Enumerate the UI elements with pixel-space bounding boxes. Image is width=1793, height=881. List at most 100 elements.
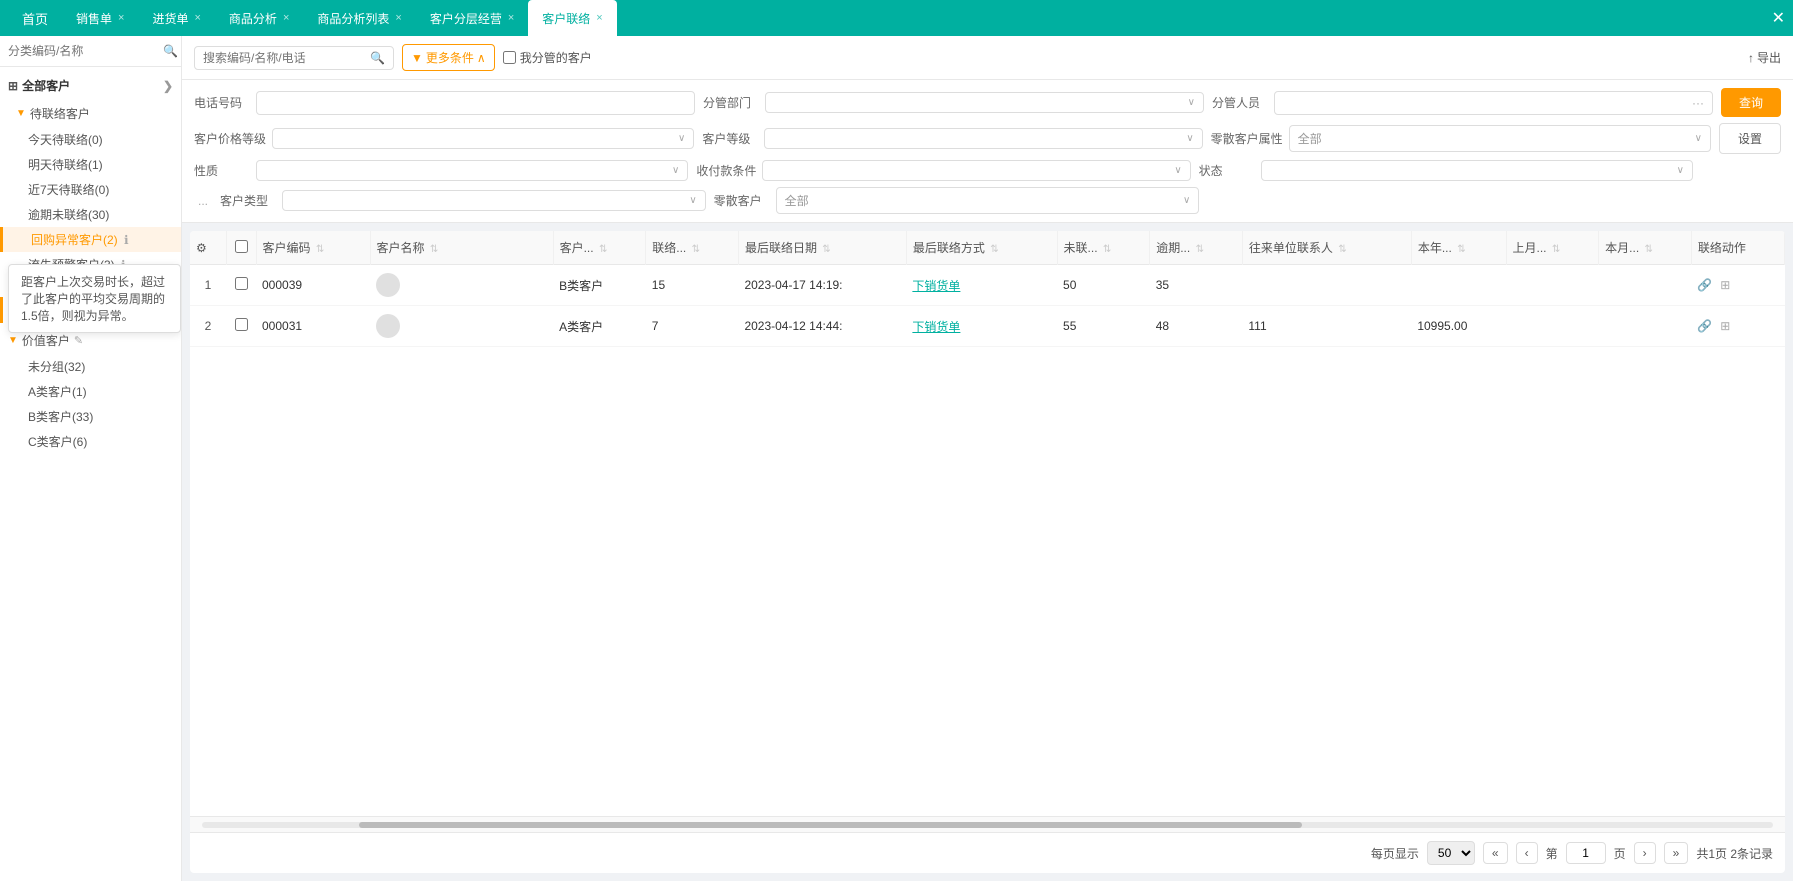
method-link-2[interactable]: 下销货单 [912,320,960,334]
row-2-checkbox[interactable] [235,318,248,331]
row-no-1: 1 [190,265,226,306]
filter-manager-select[interactable]: ··· [1274,91,1713,115]
sidebar-item-repurchase-abnormal[interactable]: 回购异常客户(2) ℹ [0,227,181,252]
close-product-list-tab[interactable]: × [395,12,401,24]
close-sales-tab[interactable]: × [118,12,124,24]
sidebar-all-customers[interactable]: ⊞ 全部客户 ❯ [0,71,181,100]
sort-type-icon[interactable]: ⇅ [599,244,607,255]
first-page-button[interactable]: « [1483,842,1508,864]
export-icon: ↑ [1748,51,1754,65]
sidebar-item-today[interactable]: 今天待联络(0) [0,127,181,152]
chevron-down-icon: ∨ [1174,165,1181,176]
select-all-checkbox[interactable] [235,240,248,253]
sort-contact-icon[interactable]: ⇅ [692,244,700,255]
close-customer-tiering-tab[interactable]: × [508,12,514,24]
table-row: 2 000031 A类客户 7 2023-04-12 14:44: [190,306,1785,347]
filter-nature: 性质 ∨ [194,160,688,181]
nav-customer-contact[interactable]: 客户联络 × [528,0,616,36]
filter-retail-customer-select[interactable]: 全部 ∨ [776,187,1200,214]
sort-year-icon[interactable]: ⇅ [1457,244,1465,255]
action-grid-icon-1[interactable]: ⊞ [1720,278,1730,292]
per-page-select[interactable]: 50 [1427,841,1475,865]
more-conditions-button[interactable]: ▼ 更多条件 ∧ [402,44,495,71]
sidebar-search-icon[interactable]: 🔍 [163,44,178,58]
row-1-checkbox[interactable] [235,277,248,290]
sort-thismonth-icon[interactable]: ⇅ [1645,244,1653,255]
filter-payment: 收付款条件 ∨ [696,160,1190,181]
action-grid-icon-2[interactable]: ⊞ [1720,319,1730,333]
sidebar-item-7days[interactable]: 近7天待联络(0) [0,177,181,202]
row-code-2: 000031 [256,306,370,347]
sidebar-item-b-class[interactable]: B类客户(33) [0,404,181,429]
method-link-1[interactable]: 下销货单 [912,279,960,293]
export-button[interactable]: ↑ 导出 [1748,49,1781,66]
table-scroll[interactable]: ⚙ 客户编码 ⇅ 客户名称 ⇅ [190,231,1785,816]
action-link-icon-2[interactable]: 🔗 [1697,319,1712,333]
sort-name-icon[interactable]: ⇅ [430,244,438,255]
setting-button[interactable]: 设置 [1719,123,1781,154]
th-this-year: 本年... ⇅ [1411,231,1506,265]
filter-price-grade-label: 客户价格等级 [194,130,266,147]
search-input[interactable] [203,51,370,65]
page-end-label: 页 [1614,845,1626,862]
settings-icon[interactable]: ⚙ [196,241,207,255]
nav-product-analysis-list[interactable]: 商品分析列表 × [303,0,415,36]
sort-related-icon[interactable]: ⇅ [1338,244,1346,255]
sort-lastmonth-icon[interactable]: ⇅ [1552,244,1560,255]
filter-customer-type-select[interactable]: ∨ [282,190,706,211]
row-type-2: A类客户 [553,306,646,347]
filter-ellipsis[interactable]: ... [194,194,212,208]
prev-page-button[interactable]: ‹ [1516,842,1538,864]
filter-price-grade-select[interactable]: ∨ [272,128,694,149]
close-all-tabs[interactable]: ✕ [1772,8,1785,28]
filter-phone: 电话号码 [194,91,695,115]
filter-payment-select[interactable]: ∨ [762,160,1190,181]
nav-customer-tiering[interactable]: 客户分层经营 × [416,0,528,36]
sidebar-group-pending[interactable]: ▼ 待联络客户 [0,100,181,127]
close-customer-contact-tab[interactable]: × [596,12,602,24]
filter-nature-select[interactable]: ∨ [256,160,688,181]
sidebar-tree: ⊞ 全部客户 ❯ ▼ 待联络客户 今天待联络(0) 明天待联络(1) 近7天待联… [0,67,181,881]
filter-icon: ▼ [411,51,423,65]
close-purchase-tab[interactable]: × [194,12,200,24]
filter-status-select[interactable]: ∨ [1261,160,1693,181]
filter-retail-attr-select[interactable]: 全部 ∨ [1289,125,1711,152]
nav-product-analysis[interactable]: 商品分析 × [215,0,303,36]
last-page-button[interactable]: » [1664,842,1689,864]
sort-date-icon[interactable]: ⇅ [822,244,830,255]
filter-phone-input[interactable] [265,96,686,110]
edit-icon[interactable]: ✎ [74,334,83,347]
th-uncontacted: 未联... ⇅ [1057,231,1150,265]
next-page-button[interactable]: › [1634,842,1656,864]
action-icons-2: 🔗 ⊞ [1697,319,1778,333]
query-button[interactable]: 查询 [1721,88,1781,117]
row-type-1: B类客户 [553,265,646,306]
sort-uncontacted-icon[interactable]: ⇅ [1103,244,1111,255]
sort-overdue-icon[interactable]: ⇅ [1196,244,1204,255]
action-link-icon-1[interactable]: 🔗 [1697,278,1712,292]
filter-retail-attr-label: 零散客户属性 [1211,130,1283,147]
nav-home[interactable]: 首页 [8,0,62,36]
nav-purchase[interactable]: 进货单 × [138,0,214,36]
sidebar-item-ungrouped[interactable]: 未分组(32) [0,354,181,379]
sidebar-item-a-class[interactable]: A类客户(1) [0,379,181,404]
row-related-1 [1242,265,1411,306]
sort-method-icon[interactable]: ⇅ [990,244,998,255]
nav-sales[interactable]: 销售单 × [62,0,138,36]
chevron-down-icon: ∨ [672,165,679,176]
scrollbar-thumb[interactable] [359,822,1302,828]
filter-customer-grade-select[interactable]: ∨ [764,128,1202,149]
row-no-2: 2 [190,306,226,347]
pagination: 每页显示 50 « ‹ 第 页 › » 共1页 2条记录 [190,832,1785,873]
filter-grid: 电话号码 分管部门 ∨ 分管人员 ··· [182,80,1793,223]
horizontal-scrollbar[interactable] [190,816,1785,832]
sidebar-item-tomorrow[interactable]: 明天待联络(1) [0,152,181,177]
close-product-analysis-tab[interactable]: × [283,12,289,24]
sidebar-search-input[interactable] [8,44,163,58]
sort-code-icon[interactable]: ⇅ [316,244,324,255]
sidebar-item-c-class[interactable]: C类客户(6) [0,429,181,454]
current-page-input[interactable] [1566,842,1606,864]
filter-dept-select[interactable]: ∨ [765,92,1204,113]
sidebar-item-overdue[interactable]: 逾期未联络(30) [0,202,181,227]
my-customers-checkbox[interactable] [503,51,516,64]
